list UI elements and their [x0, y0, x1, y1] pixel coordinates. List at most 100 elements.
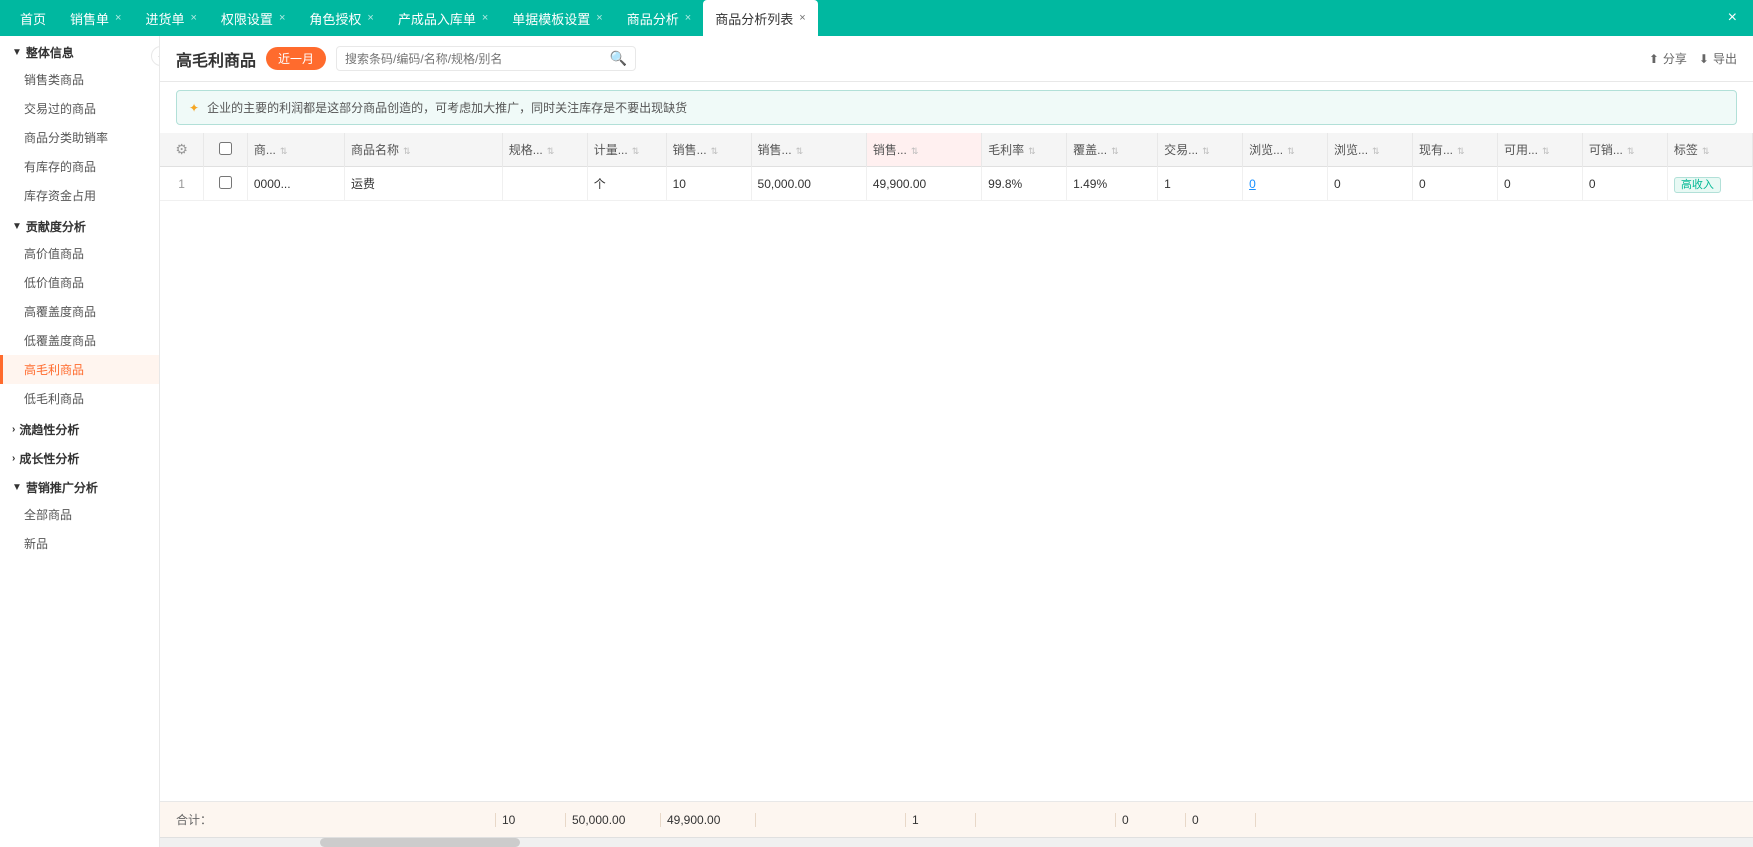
select-all-checkbox[interactable] [219, 142, 232, 155]
sidebar-item-low-coverage[interactable]: 低覆盖度商品 [0, 326, 159, 355]
sort-sales-qty-icon[interactable]: ⇅ [711, 146, 719, 156]
sidebar-item-traded-goods[interactable]: 交易过的商品 [0, 94, 159, 123]
table-row: 1 0000... 运费 个 10 50,000.00 49,900.00 99… [160, 167, 1753, 201]
col-sales-profit[interactable]: 销售...⇅ [866, 133, 981, 167]
cell-browse1[interactable]: 0 [1243, 167, 1328, 201]
col-name[interactable]: 商品名称⇅ [344, 133, 502, 167]
col-available[interactable]: 可用...⇅ [1497, 133, 1582, 167]
col-unit[interactable]: 计量...⇅ [587, 133, 666, 167]
sidebar-item-high-value[interactable]: 高价值商品 [0, 239, 159, 268]
sort-name-icon[interactable]: ⇅ [403, 146, 411, 156]
browse1-link[interactable]: 0 [1249, 177, 1256, 191]
col-code[interactable]: 商...⇅ [247, 133, 344, 167]
sort-trade-icon[interactable]: ⇅ [1202, 146, 1210, 156]
sort-code-icon[interactable]: ⇅ [280, 146, 288, 156]
sort-sales-amount-icon[interactable]: ⇅ [796, 146, 804, 156]
sort-available-icon[interactable]: ⇅ [1542, 146, 1550, 156]
nav-product-analysis-list[interactable]: 商品分析列表 × [703, 0, 817, 36]
sort-sales-profit-icon[interactable]: ⇅ [911, 146, 919, 156]
nav-permission-close[interactable]: × [279, 12, 285, 24]
search-input[interactable] [345, 52, 610, 66]
info-icon: ✦ [189, 101, 199, 115]
row-checkbox[interactable] [219, 176, 232, 189]
nav-template[interactable]: 单据模板设置 × [500, 0, 614, 36]
footer-available: 0 [1186, 813, 1256, 827]
sort-gross-rate-icon[interactable]: ⇅ [1028, 146, 1036, 156]
col-sales-qty[interactable]: 销售...⇅ [666, 133, 751, 167]
sidebar-item-high-coverage[interactable]: 高覆盖度商品 [0, 297, 159, 326]
col-sales-amount[interactable]: 销售...⇅ [751, 133, 866, 167]
filter-recent-month-button[interactable]: 近一月 [266, 47, 326, 70]
export-icon: ⬇ [1699, 52, 1709, 66]
sidebar-item-low-value[interactable]: 低价值商品 [0, 268, 159, 297]
nav-role[interactable]: 角色授权 × [297, 0, 385, 36]
page-title: 高毛利商品 [176, 47, 256, 71]
header-actions: ⬆ 分享 ⬇ 导出 [1649, 50, 1737, 67]
sidebar-item-new-goods[interactable]: 新品 [0, 529, 159, 558]
sort-browse1-icon[interactable]: ⇅ [1287, 146, 1295, 156]
sidebar-item-stock-goods[interactable]: 有库存的商品 [0, 152, 159, 181]
col-checkbox[interactable] [204, 133, 248, 167]
sort-tag-icon[interactable]: ⇅ [1702, 146, 1710, 156]
nav-product-analysis-list-close[interactable]: × [799, 12, 805, 24]
footer-spacer1 [216, 813, 496, 827]
col-spec[interactable]: 规格...⇅ [502, 133, 587, 167]
share-button[interactable]: ⬆ 分享 [1649, 50, 1687, 67]
sidebar-group-overall[interactable]: ▼ 整体信息 [0, 36, 159, 65]
col-gross-rate[interactable]: 毛利率⇅ [982, 133, 1067, 167]
settings-icon[interactable]: ⚙ [175, 141, 188, 157]
cell-current: 0 [1412, 167, 1497, 201]
data-table: ⚙ 商...⇅ 商品名称⇅ 规格...⇅ [160, 133, 1753, 201]
col-tag[interactable]: 标签⇅ [1667, 133, 1752, 167]
bottom-scrollbar[interactable] [160, 837, 1753, 847]
sort-unit-icon[interactable]: ⇅ [632, 146, 640, 156]
nav-product-analysis[interactable]: 商品分析 × [615, 0, 703, 36]
nav-product-inbound-close[interactable]: × [482, 12, 488, 24]
sidebar-group-flow[interactable]: › 流趋性分析 [0, 413, 159, 442]
col-browse1[interactable]: 浏览...⇅ [1243, 133, 1328, 167]
sidebar-item-high-margin[interactable]: 高毛利商品 [0, 355, 159, 384]
col-sellable[interactable]: 可销...⇅ [1582, 133, 1667, 167]
sidebar-item-sales-goods[interactable]: 销售类商品 [0, 65, 159, 94]
nav-product-analysis-close[interactable]: × [685, 12, 691, 24]
nav-role-close[interactable]: × [367, 12, 373, 24]
sidebar-item-low-margin[interactable]: 低毛利商品 [0, 384, 159, 413]
col-current[interactable]: 现有...⇅ [1412, 133, 1497, 167]
sort-current-icon[interactable]: ⇅ [1457, 146, 1465, 156]
footer-values: 10 50,000.00 49,900.00 1 0 0 [216, 813, 1256, 827]
sidebar-group-contribution[interactable]: ▼ 贡献度分析 [0, 210, 159, 239]
search-icon[interactable]: 🔍 [610, 50, 627, 67]
nav-home[interactable]: 首页 [8, 0, 58, 36]
nav-sales[interactable]: 销售单 × [58, 0, 133, 36]
sort-coverage-icon[interactable]: ⇅ [1111, 146, 1119, 156]
nav-purchase-close[interactable]: × [190, 12, 196, 24]
sidebar-item-category-rate[interactable]: 商品分类助销率 [0, 123, 159, 152]
footer-spacer3 [976, 813, 1116, 827]
cell-checkbox[interactable] [204, 167, 248, 201]
cell-unit: 个 [587, 167, 666, 201]
sidebar-group-growth-arrow: › [12, 453, 15, 464]
nav-permission[interactable]: 权限设置 × [209, 0, 297, 36]
nav-purchase[interactable]: 进货单 × [133, 0, 208, 36]
sort-spec-icon[interactable]: ⇅ [547, 146, 555, 156]
sidebar-item-stock-capital[interactable]: 库存资金占用 [0, 181, 159, 210]
nav-template-close[interactable]: × [596, 12, 602, 24]
nav-close-all[interactable]: × [1720, 9, 1745, 27]
footer-sales-amount: 50,000.00 [566, 813, 661, 827]
nav-product-inbound[interactable]: 产成品入库单 × [386, 0, 500, 36]
nav-sales-close[interactable]: × [115, 12, 121, 24]
sort-browse2-icon[interactable]: ⇅ [1372, 146, 1380, 156]
sidebar-group-marketing[interactable]: ▼ 营销推广分析 [0, 471, 159, 500]
scrollbar-thumb[interactable] [320, 838, 520, 847]
sidebar-group-growth[interactable]: › 成长性分析 [0, 442, 159, 471]
col-coverage[interactable]: 覆盖...⇅ [1067, 133, 1158, 167]
cell-spec [502, 167, 587, 201]
col-settings[interactable]: ⚙ [160, 133, 204, 167]
col-browse2[interactable]: 浏览...⇅ [1328, 133, 1413, 167]
main-layout: « ▼ 整体信息 销售类商品 交易过的商品 商品分类助销率 有库存的商品 库存资… [0, 36, 1753, 847]
sort-sellable-icon[interactable]: ⇅ [1627, 146, 1635, 156]
export-button[interactable]: ⬇ 导出 [1699, 50, 1737, 67]
sidebar-item-all-goods[interactable]: 全部商品 [0, 500, 159, 529]
col-trade[interactable]: 交易...⇅ [1158, 133, 1243, 167]
cell-index: 1 [160, 167, 204, 201]
